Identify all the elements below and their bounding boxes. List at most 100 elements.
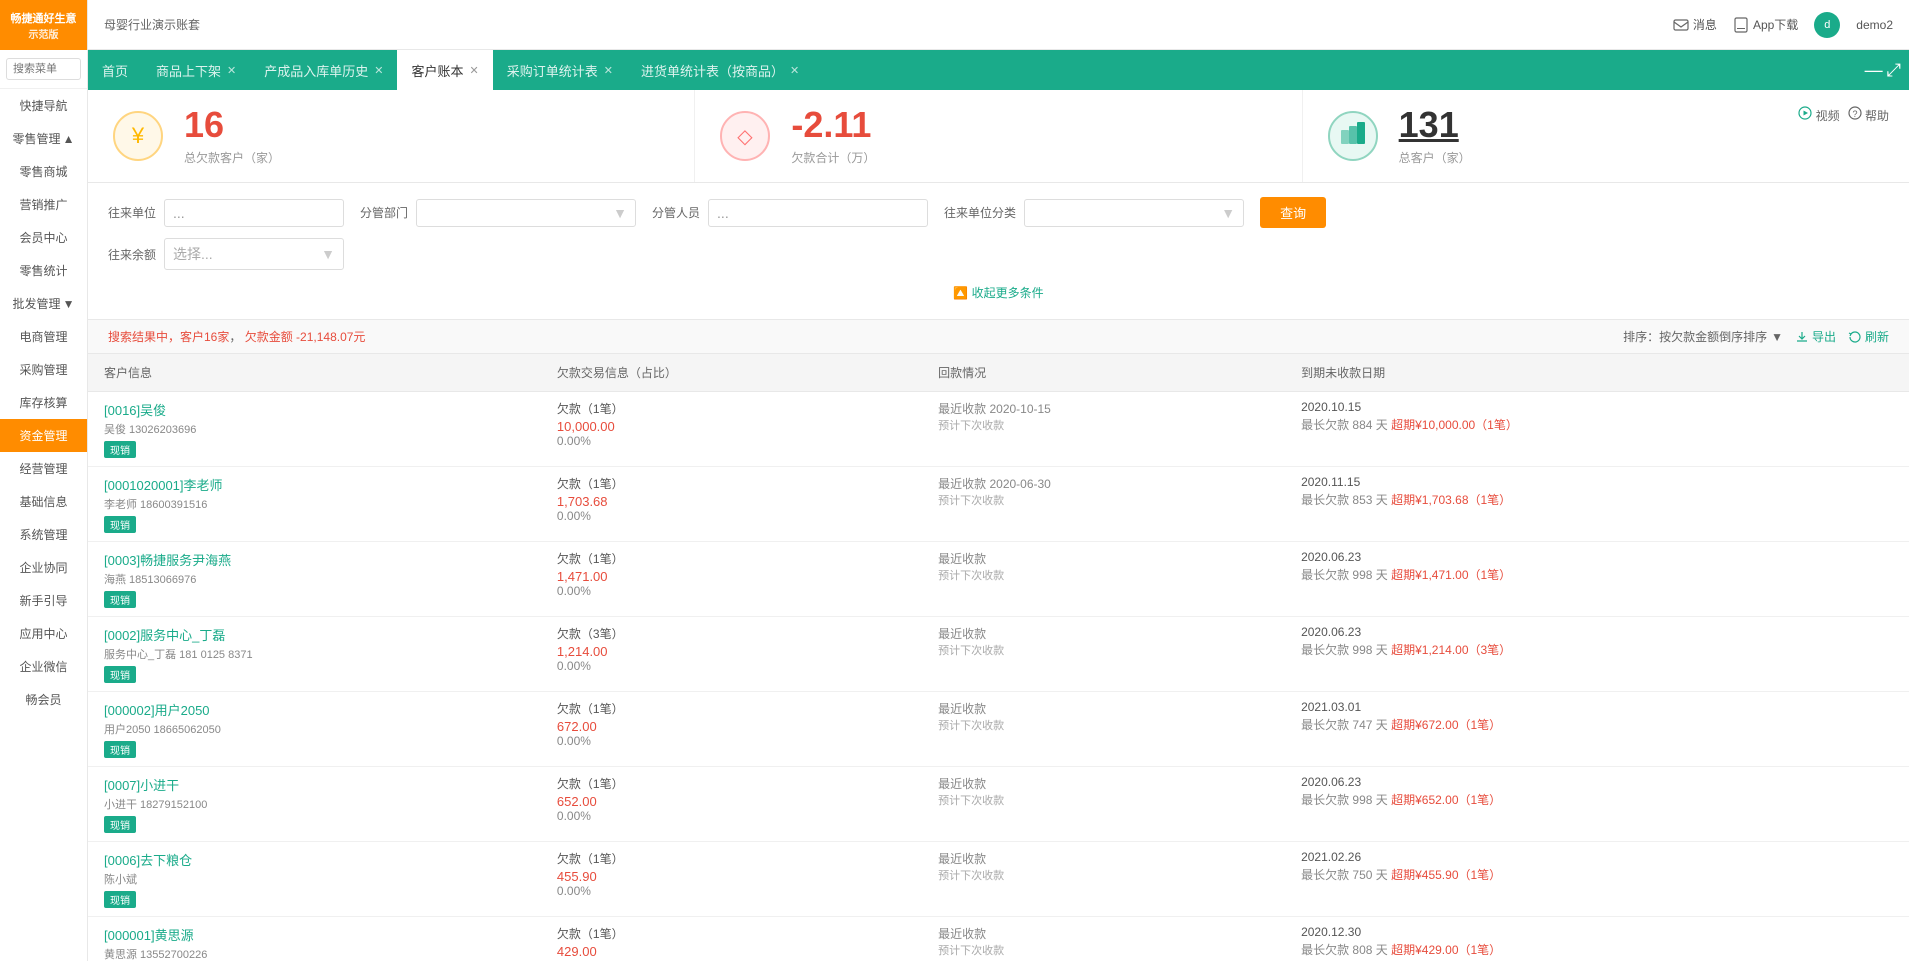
cell-due-date: 2020.12.30 最长欠款 808 天 超期¥429.00（1笔） xyxy=(1285,917,1909,961)
sidebar-item-retail-mgmt[interactable]: 零售管理 ▲ xyxy=(0,122,87,155)
customer-tag: 现销 xyxy=(104,816,136,833)
app-download-btn[interactable]: App下载 xyxy=(1733,16,1798,33)
tab-close-icon[interactable]: ✕ xyxy=(374,64,383,77)
tabs-maximize-btn[interactable]: ⤢ xyxy=(1887,60,1901,81)
sidebar-item-wholesale-mgmt[interactable]: 批发管理 ▼ xyxy=(0,287,87,320)
tab-product-listing[interactable]: 商品上下架 ✕ xyxy=(142,50,250,90)
video-btn[interactable]: 视频 xyxy=(1798,106,1839,124)
customer-tag: 现销 xyxy=(104,741,136,758)
overdue-amount-link[interactable]: 超期¥1,471.00（1笔） xyxy=(1391,568,1511,582)
tab-bar: 首页 商品上下架 ✕ 产成品入库单历史 ✕ 客户账本 ✕ 采购订单统计表 ✕ 进… xyxy=(88,50,1909,90)
overdue-days: 最长欠款 750 天 超期¥455.90（1笔） xyxy=(1301,866,1893,883)
customer-name-link[interactable]: [000002]用户2050 xyxy=(104,700,525,719)
overdue-amount-link[interactable]: 超期¥672.00（1笔） xyxy=(1391,718,1501,732)
sidebar-item-ecommerce[interactable]: 电商管理 xyxy=(0,320,87,353)
sidebar-item-retail-stats[interactable]: 零售统计 xyxy=(0,254,87,287)
summary-help-actions: 视频 ? 帮助 xyxy=(1798,106,1889,124)
summary-content-3: 131 总客户（家） xyxy=(1399,107,1783,166)
customer-tag: 现销 xyxy=(104,516,136,533)
filter-input-unit[interactable]: ... xyxy=(164,199,344,227)
tab-home[interactable]: 首页 xyxy=(88,50,142,90)
filter-input-balance[interactable]: 选择... ▼ xyxy=(164,238,344,270)
due-date-value: 2020.06.23 xyxy=(1301,625,1893,639)
tab-purchase-stats[interactable]: 进货单统计表（按商品） ✕ xyxy=(627,50,813,90)
refresh-btn[interactable]: 刷新 xyxy=(1848,328,1889,345)
sidebar-item-marketing[interactable]: 营销推广 xyxy=(0,188,87,221)
sidebar-item-basic-info[interactable]: 基础信息 xyxy=(0,485,87,518)
customer-contact: 小进干 18279152100 xyxy=(104,796,525,812)
export-btn[interactable]: 导出 xyxy=(1795,328,1836,345)
customer-name-link[interactable]: [0016]吴俊 xyxy=(104,400,525,419)
filter-input-dept[interactable]: ▼ xyxy=(416,199,636,227)
user-avatar[interactable]: d xyxy=(1814,12,1840,38)
total-customers-icon xyxy=(1323,106,1383,166)
tab-customer-ledger[interactable]: 客户账本 ✕ xyxy=(397,50,492,90)
sidebar-nav: 快捷导航 零售管理 ▲ 零售商城 营销推广 会员中心 零售统计 批发管理 ▼ 电… xyxy=(0,89,87,961)
debt-count: 欠款（1笔） xyxy=(557,925,906,942)
sort-select[interactable]: 排序：按欠款金额倒序排序 ▼ xyxy=(1623,328,1783,345)
search-button[interactable]: 查询 xyxy=(1260,197,1326,228)
cell-recovery: 最近收款 预计下次收款 xyxy=(922,767,1285,842)
sidebar-item-shortcuts[interactable]: 快捷导航 xyxy=(0,89,87,122)
col-header-due-date: 到期未收款日期 xyxy=(1285,354,1909,392)
customer-tag: 现销 xyxy=(104,666,136,683)
debt-ratio: 0.00% xyxy=(557,734,906,748)
customer-name-link[interactable]: [0006]去下粮仓 xyxy=(104,850,525,869)
filter-input-category[interactable]: ▼ xyxy=(1024,199,1244,227)
cell-due-date: 2020.11.15 最长欠款 853 天 超期¥1,703.68（1笔） xyxy=(1285,467,1909,542)
tabs-minimize-btn[interactable]: — xyxy=(1865,60,1883,81)
sidebar-item-retail-mall[interactable]: 零售商城 xyxy=(0,155,87,188)
menu-search-input[interactable] xyxy=(6,58,81,80)
customer-name-link[interactable]: [0007]小进干 xyxy=(104,775,525,794)
sort-chevron-icon: ▼ xyxy=(1771,330,1783,344)
filter-label-balance: 往来余额 xyxy=(108,246,156,263)
filter-collapse-btn[interactable]: 🔼 收起更多条件 xyxy=(108,280,1889,305)
sidebar-item-inventory[interactable]: 库存核算 xyxy=(0,386,87,419)
filter-input-person[interactable]: ... xyxy=(708,199,928,227)
sidebar-item-finance[interactable]: 资金管理 xyxy=(0,419,87,452)
overdue-amount-link[interactable]: 超期¥429.00（1笔） xyxy=(1391,943,1501,957)
filter-row-2: 往来余额 选择... ▼ xyxy=(108,238,1889,270)
sidebar-item-beginner[interactable]: 新手引导 xyxy=(0,584,87,617)
username-label[interactable]: demo2 xyxy=(1856,18,1893,32)
tab-purchase-order[interactable]: 采购订单统计表 ✕ xyxy=(493,50,627,90)
next-collection-label: 预计下次收款 xyxy=(938,867,1269,883)
sidebar-item-app-center[interactable]: 应用中心 xyxy=(0,617,87,650)
table-row: [0001020001]李老师 李老师 18600391516 现销 欠款（1笔… xyxy=(88,467,1909,542)
summary-card-debt-customers: ¥ 16 总欠款客户（家） xyxy=(88,90,695,182)
app-logo: 畅捷通好生意 示范版 xyxy=(0,0,87,50)
customer-name-link[interactable]: [000001]黄思源 xyxy=(104,925,525,944)
svg-text:◇: ◇ xyxy=(738,126,754,148)
tab-close-icon[interactable]: ✕ xyxy=(604,64,613,77)
cell-customer-info: [0002]服务中心_丁磊 服务中心_丁磊 181 0125 8371 现销 xyxy=(88,617,541,692)
sidebar-item-enterprise-collab[interactable]: 企业协同 xyxy=(0,551,87,584)
message-btn[interactable]: 消息 xyxy=(1673,16,1717,33)
help-btn[interactable]: ? 帮助 xyxy=(1848,106,1889,124)
overdue-amount-link[interactable]: 超期¥1,703.68（1笔） xyxy=(1391,493,1511,507)
tab-close-icon[interactable]: ✕ xyxy=(470,64,479,77)
cell-customer-info: [0007]小进干 小进干 18279152100 现销 xyxy=(88,767,541,842)
tab-close-icon[interactable]: ✕ xyxy=(227,64,236,77)
cell-debt-info: 欠款（1笔） 652.00 0.00% xyxy=(541,767,922,842)
col-header-recovery: 回款情况 xyxy=(922,354,1285,392)
tab-finished-product[interactable]: 产成品入库单历史 ✕ xyxy=(250,50,397,90)
sidebar-item-system[interactable]: 系统管理 xyxy=(0,518,87,551)
customer-name-link[interactable]: [0001020001]李老师 xyxy=(104,475,525,494)
overdue-amount-link[interactable]: 超期¥652.00（1笔） xyxy=(1391,793,1501,807)
sidebar-item-vip[interactable]: 畅会员 xyxy=(0,683,87,716)
tab-close-icon[interactable]: ✕ xyxy=(790,64,799,77)
overdue-amount-link[interactable]: 超期¥455.90（1笔） xyxy=(1391,868,1501,882)
sidebar-item-wechat-work[interactable]: 企业微信 xyxy=(0,650,87,683)
debt-amount: 1,214.00 xyxy=(557,644,906,659)
customer-tag: 现销 xyxy=(104,441,136,458)
overdue-amount-link[interactable]: 超期¥10,000.00（1笔） xyxy=(1391,418,1518,432)
sidebar-item-purchase[interactable]: 采购管理 xyxy=(0,353,87,386)
customer-name-link[interactable]: [0003]畅捷服务尹海燕 xyxy=(104,550,525,569)
cell-recovery: 最近收款 预计下次收款 xyxy=(922,617,1285,692)
customer-name-link[interactable]: [0002]服务中心_丁磊 xyxy=(104,625,525,644)
overdue-amount-link[interactable]: 超期¥1,214.00（3笔） xyxy=(1391,643,1511,657)
debt-count: 欠款（1笔） xyxy=(557,400,906,417)
sidebar-item-operations[interactable]: 经营管理 xyxy=(0,452,87,485)
sidebar-item-members[interactable]: 会员中心 xyxy=(0,221,87,254)
next-collection-label: 预计下次收款 xyxy=(938,417,1269,433)
